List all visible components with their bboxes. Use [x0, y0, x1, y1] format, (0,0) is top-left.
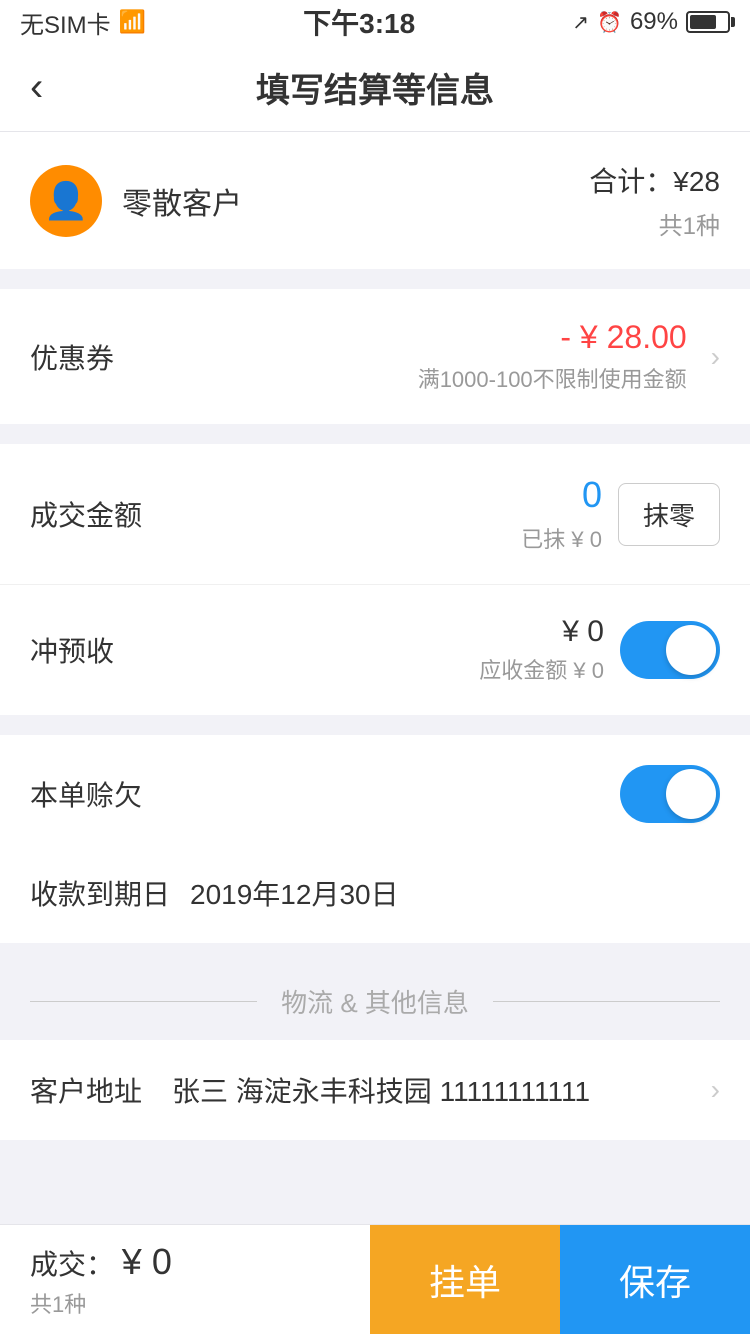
customer-count: 共1种: [589, 206, 720, 241]
customer-name: 零散客户: [122, 179, 242, 223]
credit-label: 本单赊欠: [30, 774, 142, 814]
coupon-amount: - ¥ 28.00: [418, 319, 687, 356]
battery-label: 69%: [630, 8, 678, 36]
due-date-value: 2019年12月30日: [190, 873, 399, 913]
bottom-amount: ¥ 0: [122, 1241, 172, 1282]
chevron-right-icon: ›: [711, 341, 720, 373]
deal-amount-sub: 已抹 ¥ 0: [521, 522, 602, 554]
bottom-left: 成交： ¥ 0 共1种: [0, 1241, 370, 1319]
coupon-desc: 满1000-100不限制使用金额: [418, 362, 687, 394]
address-row[interactable]: 客户地址 张三 海淀永丰科技园 11111111111 ›: [0, 1040, 750, 1140]
prepayment-label: 冲预收: [30, 630, 114, 670]
coupon-label: 优惠券: [30, 337, 114, 377]
bottom-count: 共1种: [30, 1287, 340, 1319]
customer-left: 👤 零散客户: [30, 165, 242, 237]
credit-row: 本单赊欠: [0, 735, 750, 853]
customer-total: 合计：¥28: [589, 160, 720, 200]
deal-amount-value[interactable]: 0: [582, 474, 602, 516]
logistics-section-title-row: 物流 & 其他信息: [0, 963, 750, 1040]
coupon-section: 优惠券 - ¥ 28.00 满1000-100不限制使用金额 ›: [0, 289, 750, 424]
bottom-deal-label: 成交：: [30, 1249, 114, 1280]
hold-button[interactable]: 挂单: [370, 1225, 560, 1334]
round-zero-button[interactable]: 抹零: [618, 483, 720, 546]
location-icon: ↗: [572, 10, 589, 35]
bottom-bar: 成交： ¥ 0 共1种 挂单 保存: [0, 1224, 750, 1334]
nav-bar: ‹ 填写结算等信息: [0, 44, 750, 132]
save-button[interactable]: 保存: [560, 1225, 750, 1334]
prepayment-row: 冲预收 ¥ 0 应收金额 ¥ 0: [0, 585, 750, 715]
status-bar: 无SIM卡 📶 下午3:18 ↗ ⏰ 69%: [0, 0, 750, 44]
title-line-left: [30, 1001, 257, 1002]
prepay-info: ¥ 0 应收金额 ¥ 0: [479, 615, 604, 685]
address-label: 客户地址: [30, 1070, 142, 1110]
wifi-icon: 📶: [119, 9, 146, 35]
amount-input-area: 0 已抹 ¥ 0: [521, 474, 602, 554]
due-date-label: 收款到期日: [30, 873, 170, 913]
logistics-title: 物流 & 其他信息: [257, 983, 493, 1020]
credit-toggle[interactable]: [620, 765, 720, 823]
address-chevron-icon: ›: [711, 1074, 720, 1106]
coupon-right-area: - ¥ 28.00 满1000-100不限制使用金额 ›: [418, 319, 720, 394]
due-date-row: 收款到期日 2019年12月30日: [0, 853, 750, 943]
title-line-right: [493, 1001, 720, 1002]
status-right: ↗ ⏰ 69%: [572, 8, 730, 36]
customer-right: 合计：¥28 共1种: [589, 160, 720, 241]
content: 👤 零散客户 合计：¥28 共1种 优惠券 - ¥ 28.00 满1000-10…: [0, 132, 750, 1260]
amount-section: 成交金额 0 已抹 ¥ 0 抹零 冲预收 ¥ 0 应收金额 ¥ 0: [0, 444, 750, 715]
battery-icon: [686, 11, 730, 33]
page-title: 填写结算等信息: [256, 63, 494, 112]
prepayment-toggle[interactable]: [620, 621, 720, 679]
back-button[interactable]: ‹: [30, 65, 43, 110]
person-icon: 👤: [44, 180, 89, 222]
bottom-deal-line: 成交： ¥ 0: [30, 1241, 340, 1283]
prepay-amount: ¥ 0: [479, 615, 604, 649]
prepay-sub: 应收金额 ¥ 0: [479, 653, 604, 685]
deal-amount-row: 成交金额 0 已抹 ¥ 0 抹零: [0, 444, 750, 585]
coupon-info: - ¥ 28.00 满1000-100不限制使用金额: [418, 319, 687, 394]
status-time: 下午3:18: [303, 2, 415, 42]
coupon-row[interactable]: 优惠券 - ¥ 28.00 满1000-100不限制使用金额 ›: [0, 289, 750, 424]
carrier-label: 无SIM卡: [20, 5, 111, 40]
credit-section: 本单赊欠 收款到期日 2019年12月30日: [0, 735, 750, 943]
avatar: 👤: [30, 165, 102, 237]
deal-amount-label: 成交金额: [30, 494, 142, 534]
address-value: 张三 海淀永丰科技园 11111111111: [172, 1070, 703, 1110]
customer-card: 👤 零散客户 合计：¥28 共1种: [0, 132, 750, 269]
alarm-icon: ⏰: [597, 10, 622, 35]
deal-amount-right: 0 已抹 ¥ 0 抹零: [521, 474, 720, 554]
prepayment-right: ¥ 0 应收金额 ¥ 0: [479, 615, 720, 685]
status-left: 无SIM卡 📶: [20, 5, 146, 40]
